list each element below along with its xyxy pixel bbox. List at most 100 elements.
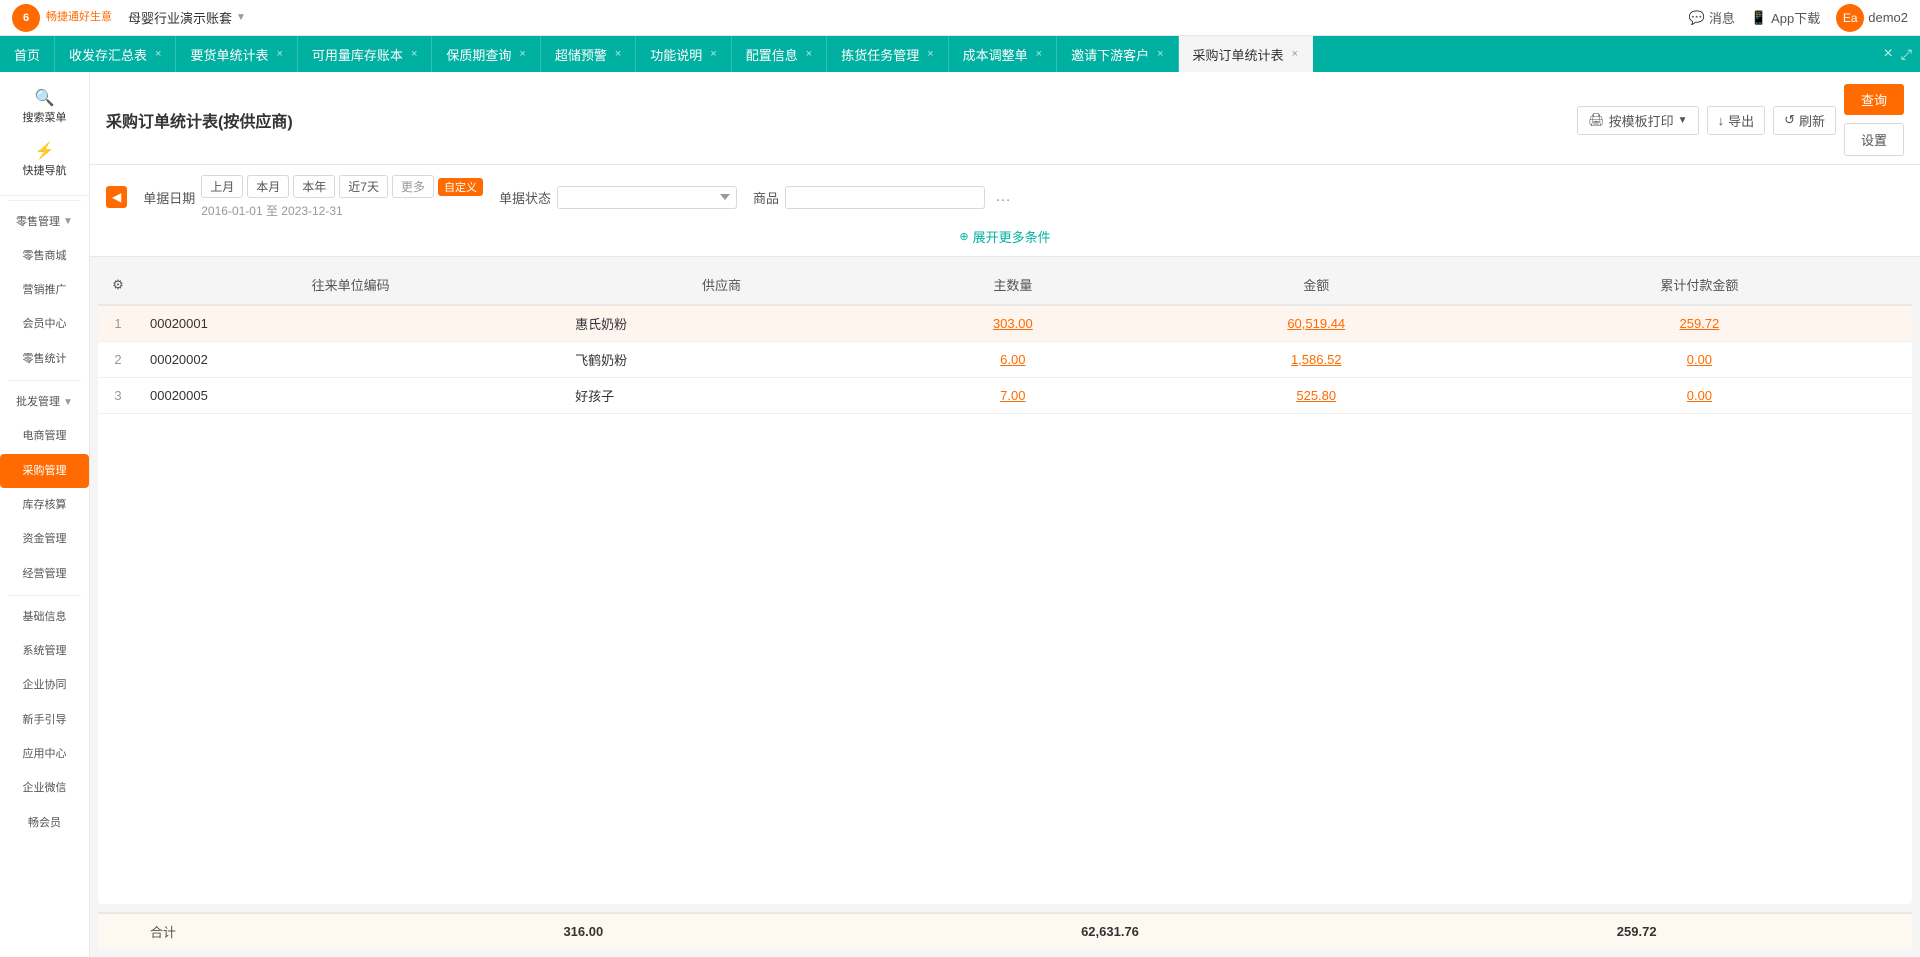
date-btn-last-month[interactable]: 上月 xyxy=(201,175,243,198)
close-icon[interactable]: × xyxy=(615,48,621,60)
qty-link-2[interactable]: 6.00 xyxy=(1000,352,1025,367)
sidebar-item-member[interactable]: 会员中心 xyxy=(0,307,89,341)
qty-link-3[interactable]: 7.00 xyxy=(1000,388,1025,403)
sidebar-item-retail-shop[interactable]: 零售商城 xyxy=(0,239,89,273)
top-bar-left: 6 畅捷通好生意 母婴行业演示账套 ▼ xyxy=(12,4,254,32)
sidebar-item-system[interactable]: 系统管理 xyxy=(0,634,89,668)
tab-order-summary[interactable]: 要货单统计表 × xyxy=(176,36,297,72)
sidebar-item-enterprise-wechat[interactable]: 企业微信 xyxy=(0,771,89,805)
tab-expiry-query[interactable]: 保质期查询 × xyxy=(432,36,540,72)
sidebar-divider2 xyxy=(8,380,81,381)
data-table: ⚙ 往来单位编码 供应商 主数量 金额 累计付款金额 1 00020001 惠氏… xyxy=(98,265,1912,414)
message-button[interactable]: 💬 消息 xyxy=(1689,8,1735,27)
cell-qty-2[interactable]: 6.00 xyxy=(880,342,1146,378)
query-button[interactable]: 查询 xyxy=(1844,84,1904,115)
date-btn-last-7days[interactable]: 近7天 xyxy=(339,175,388,198)
tab-cost-adjust[interactable]: 成本调整单 × xyxy=(949,36,1057,72)
close-icon[interactable]: × xyxy=(927,48,933,60)
date-btn-this-year[interactable]: 本年 xyxy=(293,175,335,198)
amount-link-2[interactable]: 1,586.52 xyxy=(1291,352,1342,367)
sidebar-item-basic-info[interactable]: 基础信息 xyxy=(0,600,89,634)
paid-link-2[interactable]: 0.00 xyxy=(1687,352,1712,367)
cell-amount-1[interactable]: 60,519.44 xyxy=(1146,305,1487,342)
custom-date-badge[interactable]: 自定义 xyxy=(438,178,483,196)
table-header-row: ⚙ 往来单位编码 供应商 主数量 金额 累计付款金额 xyxy=(98,265,1912,305)
cell-amount-3[interactable]: 525.80 xyxy=(1146,378,1487,414)
setting-button[interactable]: 设置 xyxy=(1844,123,1904,156)
refresh-button[interactable]: ↺ 刷新 xyxy=(1773,106,1836,135)
search-icon: 🔍 xyxy=(35,88,55,108)
sidebar-item-app-center[interactable]: 应用中心 xyxy=(0,737,89,771)
date-range-display: 2016-01-01 至 2023-12-31 xyxy=(201,202,483,219)
cell-paid-2[interactable]: 0.00 xyxy=(1487,342,1912,378)
filter-collapse-button[interactable]: ◀ xyxy=(106,186,127,208)
paid-link-3[interactable]: 0.00 xyxy=(1687,388,1712,403)
close-icon[interactable]: × xyxy=(1036,48,1042,60)
close-icon[interactable]: × xyxy=(1157,48,1163,60)
sidebar-item-finance[interactable]: 资金管理 xyxy=(0,522,89,556)
sidebar-item-wholesale[interactable]: 批发管理 ▼ xyxy=(0,385,89,419)
print-button[interactable]: 🖨 按模板打印 ▼ xyxy=(1577,106,1698,135)
amount-link-3[interactable]: 525.80 xyxy=(1296,388,1336,403)
date-btn-this-month[interactable]: 本月 xyxy=(247,175,289,198)
cell-code-3: 00020005 xyxy=(138,378,563,414)
close-icon[interactable]: × xyxy=(411,48,417,60)
tab-expiry-label: 保质期查询 xyxy=(446,45,511,64)
cell-paid-1[interactable]: 259.72 xyxy=(1487,305,1912,342)
sidebar-item-enterprise-collab[interactable]: 企业协同 xyxy=(0,668,89,702)
tab-close-all-icon[interactable]: × xyxy=(1883,45,1892,63)
tab-home[interactable]: 首页 xyxy=(0,36,55,72)
expand-more-button[interactable]: ⊕ 展开更多条件 xyxy=(959,227,1050,246)
cell-amount-2[interactable]: 1,586.52 xyxy=(1146,342,1487,378)
cell-qty-1[interactable]: 303.00 xyxy=(880,305,1146,342)
sidebar-item-inventory[interactable]: 库存核算 xyxy=(0,488,89,522)
gear-column-header[interactable]: ⚙ xyxy=(98,265,138,305)
tab-expand-icon[interactable]: ⤢ xyxy=(1901,46,1912,63)
sidebar-item-new-guide[interactable]: 新手引导 xyxy=(0,703,89,737)
table-row: 2 00020002 飞鹤奶粉 6.00 1,586.52 0.00 xyxy=(98,342,1912,378)
sidebar-item-retail-mgmt[interactable]: 零售管理 ▼ xyxy=(0,205,89,239)
goods-input[interactable] xyxy=(785,186,985,209)
close-icon[interactable]: × xyxy=(155,48,161,60)
close-icon[interactable]: × xyxy=(276,48,282,60)
refresh-icon: ↺ xyxy=(1784,112,1795,128)
sidebar-item-retail-stats[interactable]: 零售统计 xyxy=(0,342,89,376)
sidebar-item-search[interactable]: 🔍 搜索菜单 xyxy=(6,80,83,133)
nav-tabs-bar: 首页 收发存汇总表 × 要货单统计表 × 可用量库存账本 × 保质期查询 × 超… xyxy=(0,36,1920,72)
close-icon[interactable]: × xyxy=(710,48,716,60)
table-body: 1 00020001 惠氏奶粉 303.00 60,519.44 259.72 … xyxy=(98,305,1912,414)
close-icon[interactable]: × xyxy=(1292,48,1298,60)
tab-config-info[interactable]: 配置信息 × xyxy=(732,36,827,72)
sidebar-item-ops-mgmt[interactable]: 经营管理 xyxy=(0,557,89,591)
export-button[interactable]: ↓ 导出 xyxy=(1707,106,1766,135)
close-icon[interactable]: × xyxy=(806,48,812,60)
paid-link-1[interactable]: 259.72 xyxy=(1680,316,1720,331)
cell-qty-3[interactable]: 7.00 xyxy=(880,378,1146,414)
date-btn-more[interactable]: 更多 xyxy=(392,175,434,198)
qty-link-1[interactable]: 303.00 xyxy=(993,316,1033,331)
cell-paid-3[interactable]: 0.00 xyxy=(1487,378,1912,414)
workspace-selector[interactable]: 母婴行业演示账套 ▼ xyxy=(120,6,254,29)
sidebar-item-marketing[interactable]: 营销推广 xyxy=(0,273,89,307)
row-num-3: 3 xyxy=(98,378,138,414)
tab-overstock-alert[interactable]: 超储预警 × xyxy=(541,36,636,72)
app-download-button[interactable]: 📱 App下载 xyxy=(1751,8,1820,27)
tab-available-stock[interactable]: 可用量库存账本 × xyxy=(298,36,432,72)
tab-pick-task[interactable]: 拣货任务管理 × xyxy=(827,36,948,72)
tab-purchase-stats[interactable]: 采购订单统计表 × xyxy=(1179,36,1313,72)
tab-function-desc[interactable]: 功能说明 × xyxy=(636,36,731,72)
amount-link-1[interactable]: 60,519.44 xyxy=(1287,316,1345,331)
sidebar-item-member2[interactable]: 畅会员 xyxy=(0,806,89,840)
sidebar-item-purchase[interactable]: 采购管理 xyxy=(0,454,89,488)
user-menu[interactable]: Ea demo2 xyxy=(1836,4,1908,32)
table-row: 3 00020005 好孩子 7.00 525.80 0.00 xyxy=(98,378,1912,414)
tab-receive-summary[interactable]: 收发存汇总表 × xyxy=(55,36,176,72)
sidebar-item-quicknav[interactable]: ⚡ 快捷导航 xyxy=(6,133,83,186)
close-icon[interactable]: × xyxy=(519,48,525,60)
goods-more-icon[interactable]: … xyxy=(995,188,1011,206)
sidebar-item-ecommerce[interactable]: 电商管理 xyxy=(0,419,89,453)
tab-invite-downstream[interactable]: 邀请下游客户 × xyxy=(1057,36,1178,72)
cell-supplier-1: 惠氏奶粉 xyxy=(563,305,880,342)
status-select[interactable] xyxy=(557,186,737,209)
footer-paid: 259.72 xyxy=(1373,924,1900,939)
